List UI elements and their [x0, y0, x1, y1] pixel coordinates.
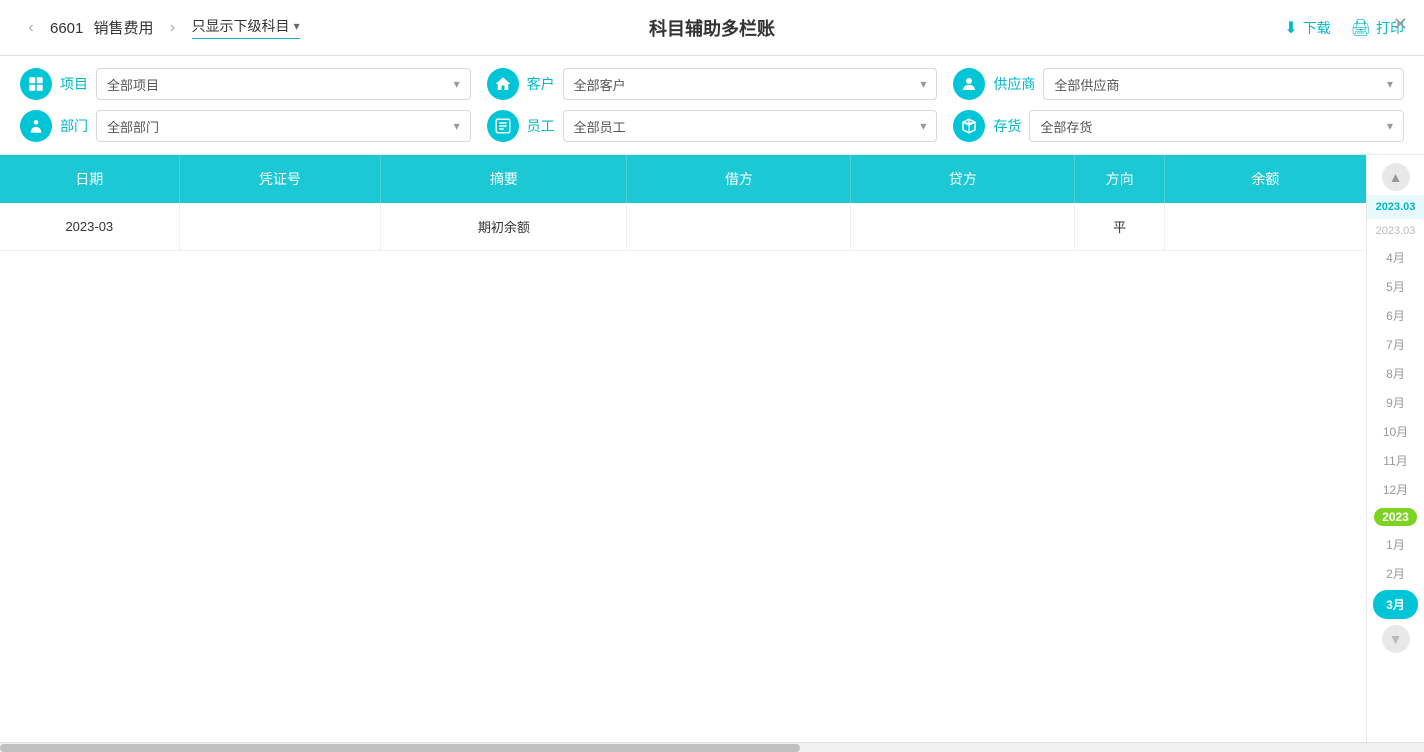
- col-header-balance: 余额: [1164, 155, 1366, 203]
- cell-direction: 平: [1075, 203, 1165, 251]
- side-timeline: ▲ 2023.03 2023.03 4月 5月 6月 7月 8月 9月 10月 …: [1366, 155, 1424, 742]
- timeline-item-5[interactable]: 5月: [1367, 272, 1424, 301]
- project-select-value: 全部项目: [107, 75, 159, 94]
- inventory-label: 存货: [993, 116, 1021, 136]
- project-label: 项目: [60, 74, 88, 94]
- supplier-select[interactable]: 全部供应商 ▾: [1043, 68, 1404, 100]
- timeline-item-12[interactable]: 12月: [1367, 475, 1424, 504]
- filter-item-dept: 部门 全部部门 ▾: [20, 110, 471, 142]
- project-select-arrow-icon: ▾: [454, 77, 460, 91]
- dept-select[interactable]: 全部部门 ▾: [96, 110, 471, 142]
- supplier-select-arrow-icon: ▾: [1387, 77, 1393, 91]
- timeline-item-11[interactable]: 11月: [1367, 446, 1424, 475]
- cell-voucher: [179, 203, 381, 251]
- employee-select-arrow-icon: ▾: [920, 119, 926, 133]
- filter-item-supplier: 供应商 全部供应商 ▾: [953, 68, 1404, 100]
- table-row[interactable]: 2023-03 期初余额 平: [0, 203, 1366, 251]
- sub-subject-label: 只显示下级科目: [192, 16, 290, 36]
- cell-summary: 期初余额: [381, 203, 627, 251]
- content-area: 日期 凭证号 摘要 借方 贷方 方向 余额 2023-03 期初余额: [0, 155, 1424, 742]
- employee-label: 员工: [527, 116, 555, 136]
- filter-row-1: 项目 全部项目 ▾ 客户 全部客户 ▾: [20, 68, 1404, 100]
- filter-item-customer: 客户 全部客户 ▾: [487, 68, 938, 100]
- download-icon: ⬇: [1284, 18, 1297, 38]
- table-body: 2023-03 期初余额 平: [0, 203, 1366, 251]
- timeline-up-btn[interactable]: ▲: [1382, 163, 1410, 191]
- account-code-name: 销售费用: [94, 20, 154, 37]
- dept-select-value: 全部部门: [107, 117, 159, 136]
- dept-label: 部门: [60, 116, 88, 136]
- supplier-select-value: 全部供应商: [1054, 75, 1119, 94]
- horizontal-scrollbar[interactable]: [0, 742, 1424, 752]
- cell-debit: [627, 203, 851, 251]
- timeline-item-2023-03[interactable]: 2023.03: [1367, 219, 1424, 243]
- sub-subject-btn[interactable]: 只显示下级科目 ▾: [192, 16, 300, 39]
- download-btn[interactable]: ⬇ 下载: [1284, 18, 1330, 38]
- inventory-select-arrow-icon: ▾: [1387, 119, 1393, 133]
- col-header-summary: 摘要: [381, 155, 627, 203]
- supplier-icon: [953, 68, 985, 100]
- page-title: 科目辅助多栏账: [649, 15, 775, 41]
- dept-select-arrow-icon: ▾: [454, 119, 460, 133]
- cell-credit: [851, 203, 1075, 251]
- inventory-select-value: 全部存货: [1040, 117, 1092, 136]
- col-header-direction: 方向: [1075, 155, 1165, 203]
- timeline-item-6[interactable]: 6月: [1367, 301, 1424, 330]
- year-badge-2023[interactable]: 2023: [1374, 508, 1417, 526]
- customer-select[interactable]: 全部客户 ▾: [563, 68, 938, 100]
- col-header-voucher: 凭证号: [179, 155, 381, 203]
- timeline-item-4[interactable]: 4月: [1367, 243, 1424, 272]
- print-icon: 🖨: [1351, 18, 1371, 38]
- col-header-credit: 贷方: [851, 155, 1075, 203]
- table-container[interactable]: 日期 凭证号 摘要 借方 贷方 方向 余额 2023-03 期初余额: [0, 155, 1366, 742]
- col-header-date: 日期: [0, 155, 179, 203]
- timeline-item-3-selected[interactable]: 3月: [1373, 590, 1418, 619]
- filter-item-inventory: 存货 全部存货 ▾: [953, 110, 1404, 142]
- dept-icon: [20, 110, 52, 142]
- timeline-item-1[interactable]: 1月: [1367, 530, 1424, 559]
- customer-select-arrow-icon: ▾: [920, 77, 926, 91]
- download-label: 下载: [1303, 18, 1331, 38]
- inventory-select[interactable]: 全部存货 ▾: [1029, 110, 1404, 142]
- timeline-item-8[interactable]: 8月: [1367, 359, 1424, 388]
- timeline-item-10[interactable]: 10月: [1367, 417, 1424, 446]
- next-account-btn[interactable]: ›: [162, 17, 184, 39]
- inventory-icon: [953, 110, 985, 142]
- title-left: ‹ 6601 销售费用 › 只显示下级科目 ▾: [20, 16, 300, 39]
- customer-icon: [487, 68, 519, 100]
- filter-row-2: 部门 全部部门 ▾ 员工 全部员工 ▾: [20, 110, 1404, 142]
- filter-item-employee: 员工 全部员工 ▾: [487, 110, 938, 142]
- project-icon: [20, 68, 52, 100]
- account-code-label: 6601 销售费用: [50, 17, 154, 38]
- filter-item-project: 项目 全部项目 ▾: [20, 68, 471, 100]
- prev-account-btn[interactable]: ‹: [20, 17, 42, 39]
- cell-date: 2023-03: [0, 203, 179, 251]
- customer-label: 客户: [527, 74, 555, 94]
- employee-select[interactable]: 全部员工 ▾: [563, 110, 938, 142]
- main-window: ‹ 6601 销售费用 › 只显示下级科目 ▾ 科目辅助多栏账 ⬇ 下载 🖨 打…: [0, 0, 1424, 752]
- table-header-row: 日期 凭证号 摘要 借方 贷方 方向 余额: [0, 155, 1366, 203]
- account-code-number: 6601: [50, 20, 83, 37]
- timeline-item-9[interactable]: 9月: [1367, 388, 1424, 417]
- col-header-debit: 借方: [627, 155, 851, 203]
- timeline-item-2023-03-top[interactable]: 2023.03: [1367, 195, 1424, 219]
- close-btn[interactable]: ✕: [1393, 14, 1408, 35]
- employee-icon: [487, 110, 519, 142]
- supplier-label: 供应商: [993, 74, 1035, 94]
- title-right: ⬇ 下载 🖨 打印 ✕: [1284, 18, 1404, 38]
- timeline-item-7[interactable]: 7月: [1367, 330, 1424, 359]
- timeline-item-2[interactable]: 2月: [1367, 559, 1424, 588]
- cell-balance: [1164, 203, 1366, 251]
- sub-subject-arrow-icon: ▾: [294, 19, 300, 33]
- filter-bar: 项目 全部项目 ▾ 客户 全部客户 ▾: [0, 56, 1424, 155]
- employee-select-value: 全部员工: [574, 117, 626, 136]
- ledger-table: 日期 凭证号 摘要 借方 贷方 方向 余额 2023-03 期初余额: [0, 155, 1366, 251]
- title-bar: ‹ 6601 销售费用 › 只显示下级科目 ▾ 科目辅助多栏账 ⬇ 下载 🖨 打…: [0, 0, 1424, 56]
- scrollbar-thumb[interactable]: [0, 744, 800, 752]
- customer-select-value: 全部客户: [574, 75, 626, 94]
- project-select[interactable]: 全部项目 ▾: [96, 68, 471, 100]
- timeline-down-btn[interactable]: ▼: [1382, 625, 1410, 653]
